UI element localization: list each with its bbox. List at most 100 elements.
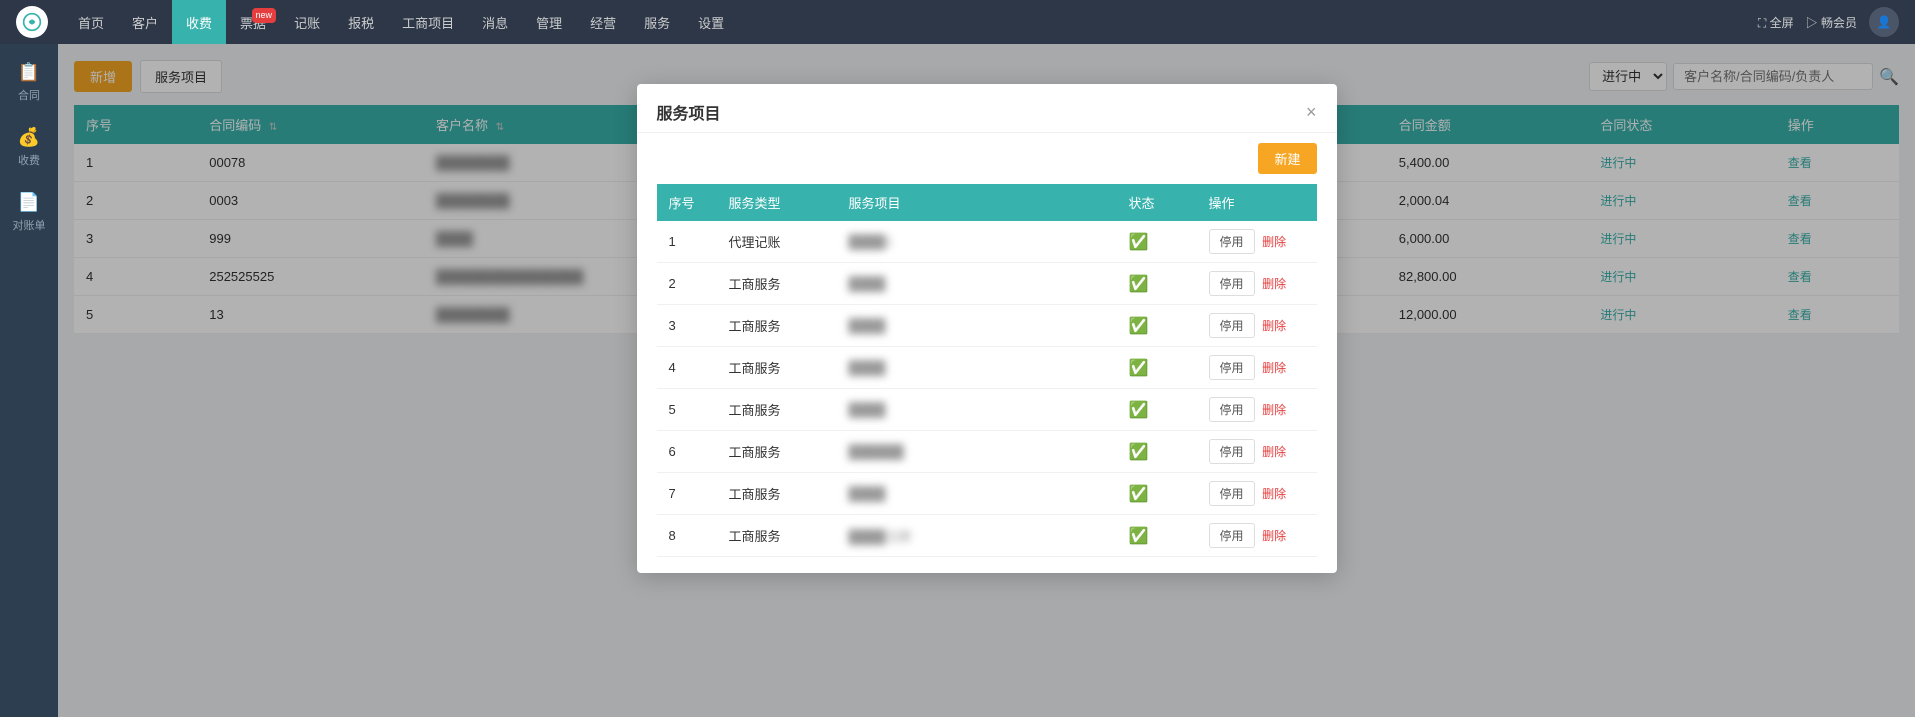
contract-icon: 📋 [18,62,40,83]
modal-overlay: 服务项目 × 新建 序号 服务类型 服务项目 [58,44,1915,717]
delete-btn[interactable]: 删除 [1262,359,1286,376]
app-logo[interactable] [16,6,48,38]
nav-customer[interactable]: 客户 [118,0,172,44]
modal-cell-status: ✅ [1117,515,1197,557]
modal-close-btn[interactable]: × [1306,103,1317,121]
modal-cell-seq: 2 [657,263,717,305]
modal-cell-item: ████ [837,305,1117,347]
delete-btn[interactable]: 删除 [1262,317,1286,334]
delete-btn[interactable]: 删除 [1262,443,1286,460]
modal-cell-action: 停用 删除 [1197,389,1317,431]
modal-cell-type: 工商服务 [717,389,837,431]
sidebar-item-hetong[interactable]: 📋 合同 [0,52,58,113]
modal-table-row: 2 工商服务 ████ ✅ 停用 删除 [657,263,1317,305]
stop-btn[interactable]: 停用 [1209,313,1255,338]
modal-table-row: 6 工商服务 ██████ ✅ 停用 删除 [657,431,1317,473]
nav-guanli[interactable]: 管理 [522,0,576,44]
modal-header: 服务项目 × [637,84,1337,133]
modal-table-row: 7 工商服务 ████ ✅ 停用 删除 [657,473,1317,515]
modal-cell-type: 工商服务 [717,305,837,347]
stop-btn[interactable]: 停用 [1209,355,1255,380]
stop-btn[interactable]: 停用 [1209,439,1255,464]
modal-col-type: 服务类型 [717,184,837,221]
top-nav: 首页 客户 收费 票据 new 记账 报税 工商项目 消息 管理 经营 服务 设… [0,0,1915,44]
modal-cell-action: 停用 删除 [1197,515,1317,557]
modal-cell-seq: 4 [657,347,717,389]
main-layout: 📋 合同 💰 收费 📄 对账单 新增 服务项目 进行中 已完成 已停止 � [0,44,1915,717]
modal-col-status: 状态 [1117,184,1197,221]
delete-btn[interactable]: 删除 [1262,485,1286,502]
status-check-icon: ✅ [1129,360,1149,377]
delete-btn[interactable]: 删除 [1262,401,1286,418]
fee-icon: 💰 [18,127,40,148]
nav-home[interactable]: 首页 [64,0,118,44]
modal-cell-item: ████1 [837,221,1117,263]
nav-jizhang[interactable]: 记账 [280,0,334,44]
modal-cell-status: ✅ [1117,347,1197,389]
nav-fuwu[interactable]: 服务 [630,0,684,44]
modal-service-table: 序号 服务类型 服务项目 状态 操作 1 代理记账 ████1 ✅ [657,184,1317,557]
stop-btn[interactable]: 停用 [1209,523,1255,548]
modal-table-row: 1 代理记账 ████1 ✅ 停用 删除 [657,221,1317,263]
modal-cell-seq: 6 [657,431,717,473]
modal-cell-type: 工商服务 [717,347,837,389]
modal-table-row: 5 工商服务 ████ ✅ 停用 删除 [657,389,1317,431]
modal-table-header: 序号 服务类型 服务项目 状态 操作 [657,184,1317,221]
delete-btn[interactable]: 删除 [1262,233,1286,250]
fullscreen-btn[interactable]: ⛶ 全屏 [1758,14,1794,31]
content-area: 新增 服务项目 进行中 已完成 已停止 🔍 序号 合同编码 ⇅ 客户名称 ⇅ 服… [58,44,1915,717]
modal-cell-type: 工商服务 [717,515,837,557]
nav-shoufei[interactable]: 收费 [172,0,226,44]
status-check-icon: ✅ [1129,444,1149,461]
modal-new-btn[interactable]: 新建 [1258,143,1316,174]
modal-cell-item: ██████ [837,431,1117,473]
modal-cell-item: ████ [837,263,1117,305]
nav-piaoju[interactable]: 票据 new [226,0,280,44]
nav-baoshui[interactable]: 报税 [334,0,388,44]
modal-cell-seq: 7 [657,473,717,515]
left-sidebar: 📋 合同 💰 收费 📄 对账单 [0,44,58,717]
modal-cell-status: ✅ [1117,431,1197,473]
modal-table-row: 8 工商服务 ████注册 ✅ 停用 删除 [657,515,1317,557]
sidebar-label-duizhangdan: 对账单 [13,217,46,233]
stop-btn[interactable]: 停用 [1209,229,1255,254]
modal-table-row: 4 工商服务 ████ ✅ 停用 删除 [657,347,1317,389]
modal-col-item: 服务项目 [837,184,1117,221]
modal-cell-action: 停用 删除 [1197,221,1317,263]
nav-xiaoxi[interactable]: 消息 [468,0,522,44]
modal-cell-seq: 3 [657,305,717,347]
modal-cell-seq: 8 [657,515,717,557]
modal-cell-status: ✅ [1117,221,1197,263]
top-right: ⛶ 全屏 ▷ 畅会员 👤 [1758,7,1899,37]
modal-scroll-area[interactable]: 序号 服务类型 服务项目 状态 操作 1 代理记账 ████1 ✅ [657,184,1317,557]
delete-btn[interactable]: 删除 [1262,527,1286,544]
status-check-icon: ✅ [1129,276,1149,293]
nav-gongshang[interactable]: 工商项目 [388,0,468,44]
nav-jingying[interactable]: 经营 [576,0,630,44]
modal-cell-status: ✅ [1117,473,1197,515]
modal-table-row: 3 工商服务 ████ ✅ 停用 删除 [657,305,1317,347]
stop-btn[interactable]: 停用 [1209,481,1255,506]
modal-cell-item: ████ [837,389,1117,431]
user-avatar[interactable]: 👤 [1869,7,1899,37]
delete-btn[interactable]: 删除 [1262,275,1286,292]
status-check-icon: ✅ [1129,234,1149,251]
modal-cell-seq: 1 [657,221,717,263]
modal-col-seq: 序号 [657,184,717,221]
modal-cell-type: 工商服务 [717,431,837,473]
stop-btn[interactable]: 停用 [1209,397,1255,422]
member-btn[interactable]: ▷ 畅会员 [1806,14,1857,31]
sidebar-item-duizhangdan[interactable]: 📄 对账单 [0,182,58,243]
modal-cell-item: ████注册 [837,515,1117,557]
modal-cell-status: ✅ [1117,263,1197,305]
modal-cell-seq: 5 [657,389,717,431]
modal-cell-item: ████ [837,473,1117,515]
stop-btn[interactable]: 停用 [1209,271,1255,296]
modal-cell-action: 停用 删除 [1197,347,1317,389]
modal-cell-type: 代理记账 [717,221,837,263]
modal-cell-status: ✅ [1117,305,1197,347]
modal-cell-action: 停用 删除 [1197,431,1317,473]
sidebar-item-shoufei[interactable]: 💰 收费 [0,117,58,178]
nav-shezhi[interactable]: 设置 [684,0,738,44]
sidebar-label-shoufei: 收费 [18,152,40,168]
